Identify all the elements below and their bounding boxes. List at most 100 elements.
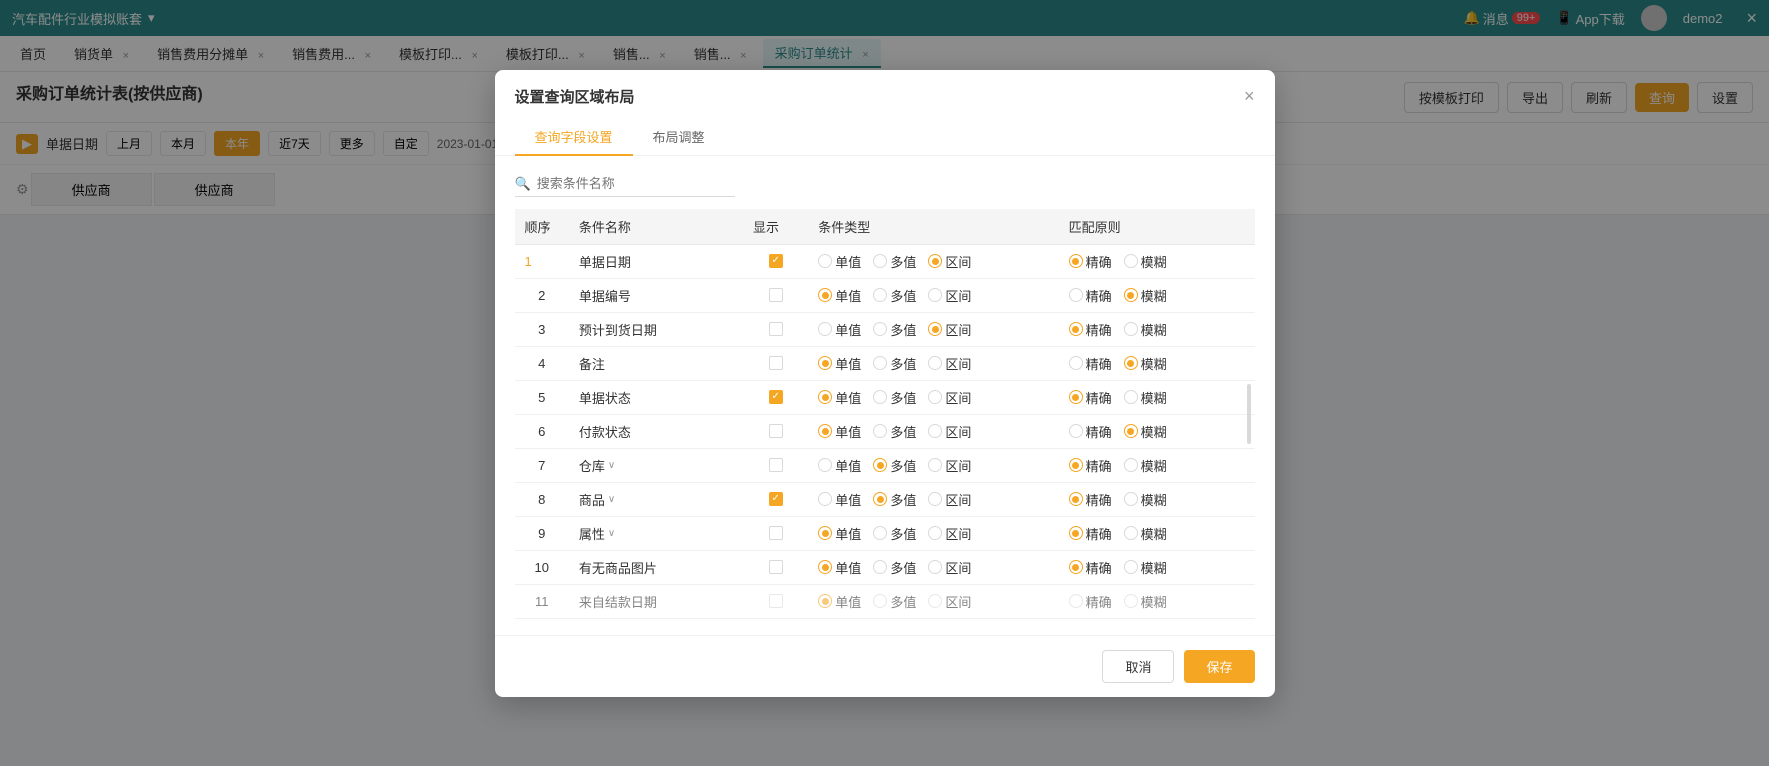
radio-circle: [928, 458, 942, 472]
type-radio-区间[interactable]: 区间: [928, 320, 971, 339]
match-radio-模糊[interactable]: 模糊: [1124, 422, 1167, 441]
row-show[interactable]: [743, 550, 808, 584]
show-checkbox[interactable]: [769, 424, 783, 438]
show-checkbox[interactable]: [769, 526, 783, 540]
row-show[interactable]: [743, 312, 808, 346]
type-label: 区间: [945, 524, 971, 543]
type-radio-单值[interactable]: 单值: [818, 524, 861, 543]
radio-circle: [1124, 594, 1138, 608]
row-show[interactable]: [743, 244, 808, 278]
show-checkbox[interactable]: [769, 458, 783, 472]
type-radio-单值[interactable]: 单值: [818, 320, 861, 339]
match-radio-模糊[interactable]: 模糊: [1124, 354, 1167, 373]
type-radio-区间[interactable]: 区间: [928, 524, 971, 543]
type-radio-多值[interactable]: 多值: [873, 558, 916, 577]
match-radio-精确[interactable]: 精确: [1069, 286, 1112, 305]
type-radio-单值[interactable]: 单值: [818, 286, 861, 305]
modal-tab-fields[interactable]: 查询字段设置: [515, 119, 633, 156]
type-radio-区间[interactable]: 区间: [928, 422, 971, 441]
show-checkbox[interactable]: [769, 492, 783, 506]
show-checkbox[interactable]: [769, 322, 783, 336]
type-radio-多值[interactable]: 多值: [873, 354, 916, 373]
row-type: 单值 多值 区间: [808, 346, 1058, 380]
row-order: 4: [515, 346, 569, 380]
show-checkbox[interactable]: [769, 288, 783, 302]
row-show[interactable]: [743, 482, 808, 516]
type-radio-单值[interactable]: 单值: [818, 388, 861, 407]
radio-circle: [818, 458, 832, 472]
type-radio-单值[interactable]: 单值: [818, 558, 861, 577]
type-label: 多值: [890, 456, 916, 475]
type-radio-区间[interactable]: 区间: [928, 592, 971, 611]
row-type: 单值 多值 区间: [808, 414, 1058, 448]
modal-close-button[interactable]: ×: [1244, 86, 1255, 119]
match-radio-模糊[interactable]: 模糊: [1124, 388, 1167, 407]
order-number: 2: [525, 288, 559, 303]
cancel-button[interactable]: 取消: [1102, 650, 1174, 683]
row-show[interactable]: [743, 380, 808, 414]
match-radio-模糊[interactable]: 模糊: [1124, 252, 1167, 271]
match-label: 模糊: [1141, 422, 1167, 441]
match-radio-模糊[interactable]: 模糊: [1124, 286, 1167, 305]
type-radio-区间[interactable]: 区间: [928, 558, 971, 577]
match-radio-模糊[interactable]: 模糊: [1124, 456, 1167, 475]
type-radio-多值[interactable]: 多值: [873, 456, 916, 475]
match-radio-精确[interactable]: 精确: [1069, 252, 1112, 271]
show-checkbox[interactable]: [769, 356, 783, 370]
row-show[interactable]: [743, 584, 808, 618]
scroll-indicator[interactable]: [1247, 384, 1251, 444]
order-number: 7: [525, 458, 559, 473]
type-radio-单值[interactable]: 单值: [818, 592, 861, 611]
match-label: 模糊: [1141, 388, 1167, 407]
match-radio-模糊[interactable]: 模糊: [1124, 524, 1167, 543]
match-radio-模糊[interactable]: 模糊: [1124, 490, 1167, 509]
type-radio-单值[interactable]: 单值: [818, 456, 861, 475]
type-radio-多值[interactable]: 多值: [873, 592, 916, 611]
type-radio-区间[interactable]: 区间: [928, 354, 971, 373]
type-radio-单值[interactable]: 单值: [818, 490, 861, 509]
type-radio-单值[interactable]: 单值: [818, 354, 861, 373]
type-radio-区间[interactable]: 区间: [928, 490, 971, 509]
match-radio-精确[interactable]: 精确: [1069, 592, 1112, 611]
match-radio-模糊[interactable]: 模糊: [1124, 558, 1167, 577]
match-radio-模糊[interactable]: 模糊: [1124, 320, 1167, 339]
type-radio-多值[interactable]: 多值: [873, 490, 916, 509]
row-show[interactable]: [743, 414, 808, 448]
modal-tab-layout[interactable]: 布局调整: [633, 119, 725, 156]
type-label: 区间: [945, 422, 971, 441]
type-radio-区间[interactable]: 区间: [928, 286, 971, 305]
match-radio-精确[interactable]: 精确: [1069, 456, 1112, 475]
match-radio-精确[interactable]: 精确: [1069, 354, 1112, 373]
type-radio-区间[interactable]: 区间: [928, 252, 971, 271]
type-radio-多值[interactable]: 多值: [873, 286, 916, 305]
radio-circle: [818, 526, 832, 540]
type-radio-单值[interactable]: 单值: [818, 252, 861, 271]
type-radio-多值[interactable]: 多值: [873, 320, 916, 339]
th-match: 匹配原则: [1059, 209, 1255, 245]
type-radio-多值[interactable]: 多值: [873, 422, 916, 441]
match-radio-精确[interactable]: 精确: [1069, 320, 1112, 339]
type-radio-多值[interactable]: 多值: [873, 388, 916, 407]
match-radio-精确[interactable]: 精确: [1069, 422, 1112, 441]
match-radio-精确[interactable]: 精确: [1069, 490, 1112, 509]
match-radio-精确[interactable]: 精确: [1069, 524, 1112, 543]
match-radio-精确[interactable]: 精确: [1069, 388, 1112, 407]
show-checkbox[interactable]: [769, 254, 783, 268]
type-radio-区间[interactable]: 区间: [928, 456, 971, 475]
show-checkbox[interactable]: [769, 560, 783, 574]
row-show[interactable]: [743, 346, 808, 380]
type-radio-多值[interactable]: 多值: [873, 252, 916, 271]
show-checkbox[interactable]: [769, 594, 783, 608]
match-radio-模糊[interactable]: 模糊: [1124, 592, 1167, 611]
type-radio-单值[interactable]: 单值: [818, 422, 861, 441]
type-radio-多值[interactable]: 多值: [873, 524, 916, 543]
match-radio-精确[interactable]: 精确: [1069, 558, 1112, 577]
row-show[interactable]: [743, 278, 808, 312]
search-input[interactable]: [531, 176, 735, 191]
show-checkbox[interactable]: [769, 390, 783, 404]
match-label: 模糊: [1141, 252, 1167, 271]
type-radio-区间[interactable]: 区间: [928, 388, 971, 407]
row-show[interactable]: [743, 448, 808, 482]
save-button[interactable]: 保存: [1184, 650, 1254, 683]
row-show[interactable]: [743, 516, 808, 550]
